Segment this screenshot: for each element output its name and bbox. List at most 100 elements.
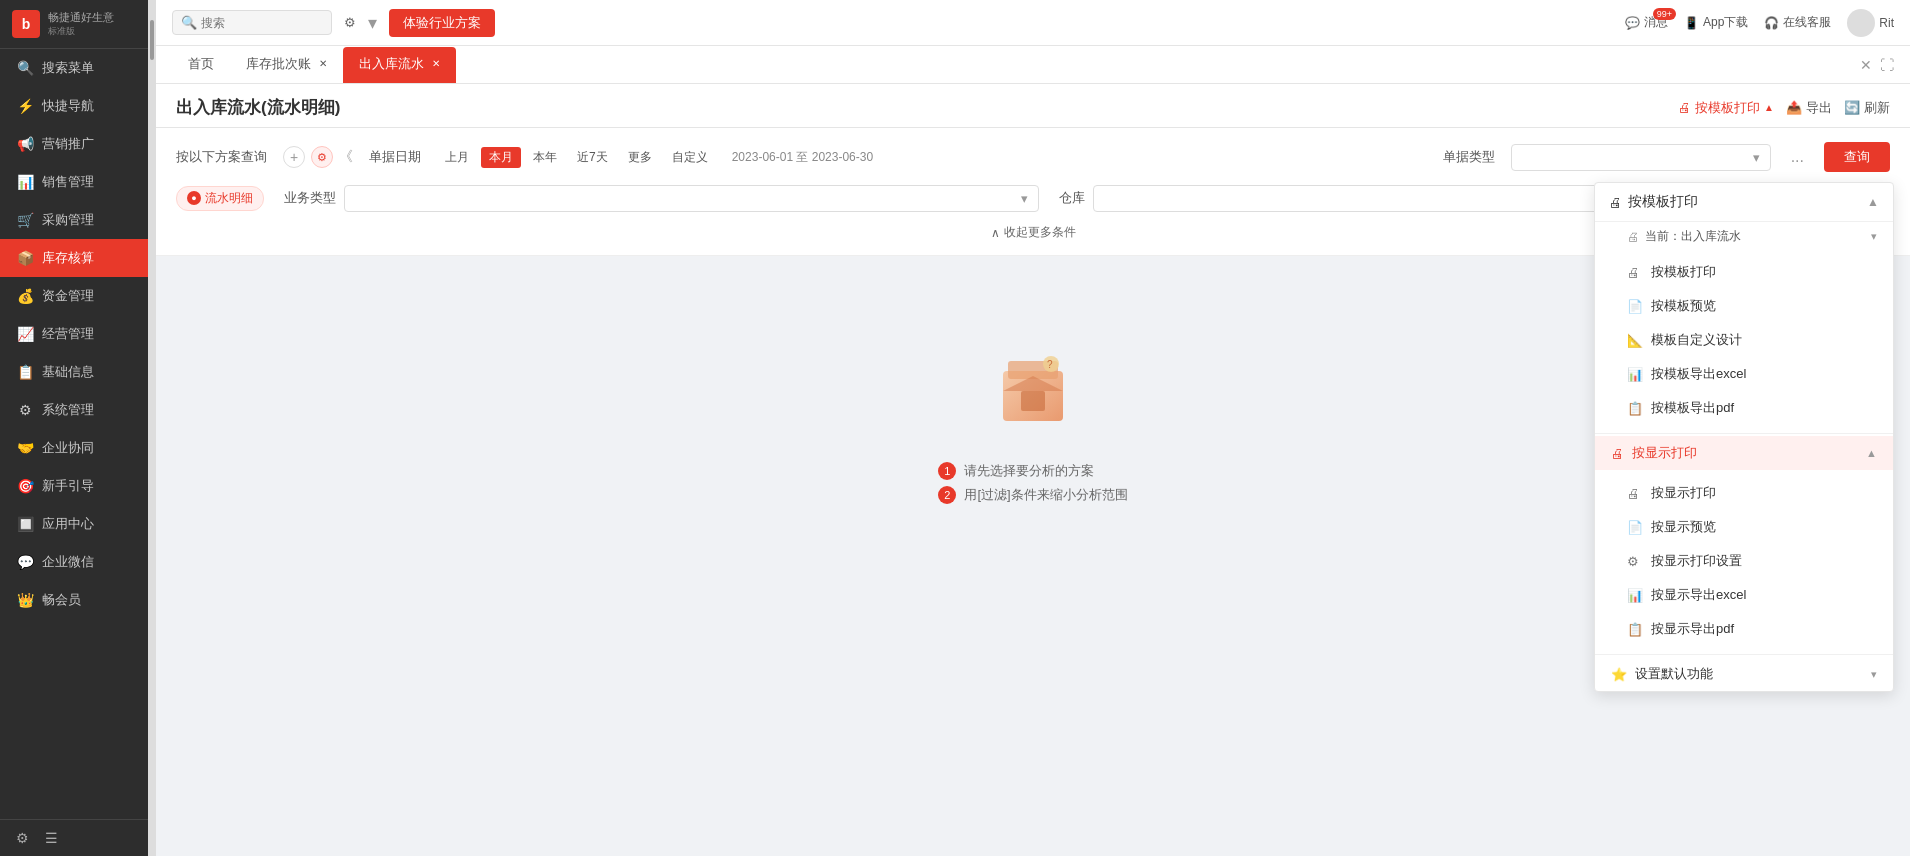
empty-steps-list: 1 请先选择要分析的方案 2 用[过滤]条件来缩小分析范围: [938, 456, 1127, 510]
dropdown-arrow-icon[interactable]: ▾: [368, 12, 377, 34]
filter-label: 按以下方案查询: [176, 148, 267, 166]
sidebar-item-label: 畅会员: [42, 591, 81, 609]
sidebar-item-member[interactable]: 👑 畅会员: [0, 581, 148, 619]
sidebar-item-wechat[interactable]: 💬 企业微信: [0, 543, 148, 581]
template-print-label: 按模板打印: [1651, 263, 1716, 281]
wechat-icon: 💬: [16, 554, 34, 570]
sidebar-item-sales[interactable]: 📊 销售管理: [0, 163, 148, 201]
tab-home[interactable]: 首页: [172, 47, 230, 83]
tab-batch-close-icon[interactable]: ✕: [319, 58, 327, 69]
sidebar-item-guide[interactable]: 🎯 新手引导: [0, 467, 148, 505]
sidebar-item-label: 营销推广: [42, 135, 94, 153]
chip-icon: ●: [187, 191, 201, 205]
purchase-icon: 🛒: [16, 212, 34, 228]
template-export-pdf-label: 按模板导出pdf: [1651, 399, 1734, 417]
display-preview-item[interactable]: 📄 按显示预览: [1595, 510, 1893, 544]
filter-add-btn[interactable]: +: [283, 146, 305, 168]
refresh-btn[interactable]: 🔄 刷新: [1844, 99, 1890, 117]
display-print-settings-item[interactable]: ⚙ 按显示打印设置: [1595, 544, 1893, 578]
topbar: 🔍 ⚙ ▾ 体验行业方案 💬 消息 99+ 📱 App下载 🎧 在线客服 Rit: [156, 0, 1910, 46]
sidebar-item-inventory[interactable]: 📦 库存核算: [0, 239, 148, 277]
expand-window-icon[interactable]: ⛶: [1880, 57, 1894, 73]
template-export-pdf-item[interactable]: 📋 按模板导出pdf: [1595, 391, 1893, 425]
member-icon: 👑: [16, 592, 34, 608]
set-default-label: 设置默认功能: [1635, 665, 1713, 683]
dropdown-collapse-icon[interactable]: ▲: [1867, 195, 1879, 209]
user-avatar-btn[interactable]: Rit: [1847, 9, 1894, 37]
collab-icon: 🤝: [16, 440, 34, 456]
close-window-icon[interactable]: ✕: [1860, 57, 1872, 73]
menu-toggle-icon[interactable]: ☰: [45, 830, 58, 846]
sidebar-item-collab[interactable]: 🤝 企业协同: [0, 429, 148, 467]
sidebar-item-finance[interactable]: 💰 资金管理: [0, 277, 148, 315]
sidebar-item-search[interactable]: 🔍 搜索菜单: [0, 49, 148, 87]
display-print-header[interactable]: 🖨 按显示打印 ▲: [1595, 436, 1893, 470]
chip-label: 流水明细: [205, 190, 253, 207]
step-2-text: 用[过滤]条件来缩小分析范围: [964, 486, 1127, 504]
online-service-btn[interactable]: 🎧 在线客服: [1764, 14, 1831, 31]
settings-gear-icon[interactable]: ⚙: [344, 15, 356, 30]
sidebar-item-basic[interactable]: 📋 基础信息: [0, 353, 148, 391]
display-export-excel-item[interactable]: 📊 按显示导出excel: [1595, 578, 1893, 612]
tab-flow-close-icon[interactable]: ✕: [432, 58, 440, 69]
template-preview-item[interactable]: 📄 按模板预览: [1595, 289, 1893, 323]
template-customize-item[interactable]: 📐 模板自定义设计: [1595, 323, 1893, 357]
scroll-thumb[interactable]: [150, 20, 154, 60]
trial-button[interactable]: 体验行业方案: [389, 9, 495, 37]
sidebar-item-operation[interactable]: 📈 经营管理: [0, 315, 148, 353]
display-print-item[interactable]: 🖨 按显示打印: [1595, 476, 1893, 510]
display-print-title: 🖨 按显示打印: [1611, 444, 1697, 462]
template-customize-label: 模板自定义设计: [1651, 331, 1742, 349]
search-icon: 🔍: [181, 15, 197, 30]
search-input[interactable]: [201, 16, 301, 30]
date-option-last-month[interactable]: 上月: [437, 147, 477, 168]
sidebar-item-shortcut[interactable]: ⚡ 快捷导航: [0, 87, 148, 125]
preview-icon: 📄: [1627, 299, 1643, 314]
customize-icon: 📐: [1627, 333, 1643, 348]
type-select[interactable]: ▾: [1511, 144, 1771, 171]
template-print-item[interactable]: 🖨 按模板打印: [1595, 255, 1893, 289]
date-option-this-month[interactable]: 本月: [481, 147, 521, 168]
display-export-pdf-item[interactable]: 📋 按显示导出pdf: [1595, 612, 1893, 646]
biz-type-select[interactable]: ▾: [344, 185, 1039, 212]
template-export-excel-item[interactable]: 📊 按模板导出excel: [1595, 357, 1893, 391]
step-1-num: 1: [938, 462, 956, 480]
set-default-header[interactable]: ⭐ 设置默认功能 ▾: [1595, 657, 1893, 691]
scroll-indicator: [148, 0, 156, 856]
more-btn[interactable]: ...: [1791, 148, 1804, 166]
sidebar-item-label: 快捷导航: [42, 97, 94, 115]
tab-flow[interactable]: 出入库流水 ✕: [343, 47, 456, 83]
query-button[interactable]: 查询: [1824, 142, 1890, 172]
empty-illustration: ?: [983, 336, 1083, 436]
main-area: 🔍 ⚙ ▾ 体验行业方案 💬 消息 99+ 📱 App下载 🎧 在线客服 Rit: [156, 0, 1910, 856]
sidebar-item-purchase[interactable]: 🛒 采购管理: [0, 201, 148, 239]
sidebar-item-system[interactable]: ⚙ 系统管理: [0, 391, 148, 429]
export-label: 导出: [1806, 99, 1832, 117]
filter-settings-btn[interactable]: ⚙: [311, 146, 333, 168]
sidebar-item-label: 企业微信: [42, 553, 94, 571]
inventory-icon: 📦: [16, 250, 34, 266]
date-option-this-year[interactable]: 本年: [525, 147, 565, 168]
current-label: 🖨 当前：出入库流水 ▾: [1595, 222, 1893, 249]
display-print-section: 🖨 按显示打印 📄 按显示预览 ⚙ 按显示打印设置 📊 按显示导出excel 📋: [1595, 470, 1893, 652]
print-template-btn[interactable]: 🖨 按模板打印 ▲: [1678, 99, 1774, 117]
settings-bottom-icon[interactable]: ⚙: [16, 830, 29, 846]
set-default-arrow-icon: ▾: [1871, 668, 1877, 681]
topbar-search-box[interactable]: 🔍: [172, 10, 332, 35]
date-option-7days[interactable]: 近7天: [569, 147, 616, 168]
export-btn[interactable]: 📤 导出: [1786, 99, 1832, 117]
display-export-pdf-label: 按显示导出pdf: [1651, 620, 1734, 638]
sidebar-item-label: 基础信息: [42, 363, 94, 381]
date-option-custom[interactable]: 自定义: [664, 147, 716, 168]
current-icon: 🖨: [1627, 230, 1639, 244]
sidebar-item-marketing[interactable]: 📢 营销推广: [0, 125, 148, 163]
message-btn[interactable]: 💬 消息 99+: [1625, 14, 1668, 31]
sidebar-item-app[interactable]: 🔲 应用中心: [0, 505, 148, 543]
display-print-icon: 🖨: [1627, 486, 1643, 501]
app-download-btn[interactable]: 📱 App下载: [1684, 14, 1748, 31]
date-option-more[interactable]: 更多: [620, 147, 660, 168]
topbar-right: 💬 消息 99+ 📱 App下载 🎧 在线客服 Rit: [1625, 9, 1894, 37]
filter-collapse-icon[interactable]: 《: [339, 148, 353, 166]
marketing-icon: 📢: [16, 136, 34, 152]
tab-batch[interactable]: 库存批次账 ✕: [230, 47, 343, 83]
